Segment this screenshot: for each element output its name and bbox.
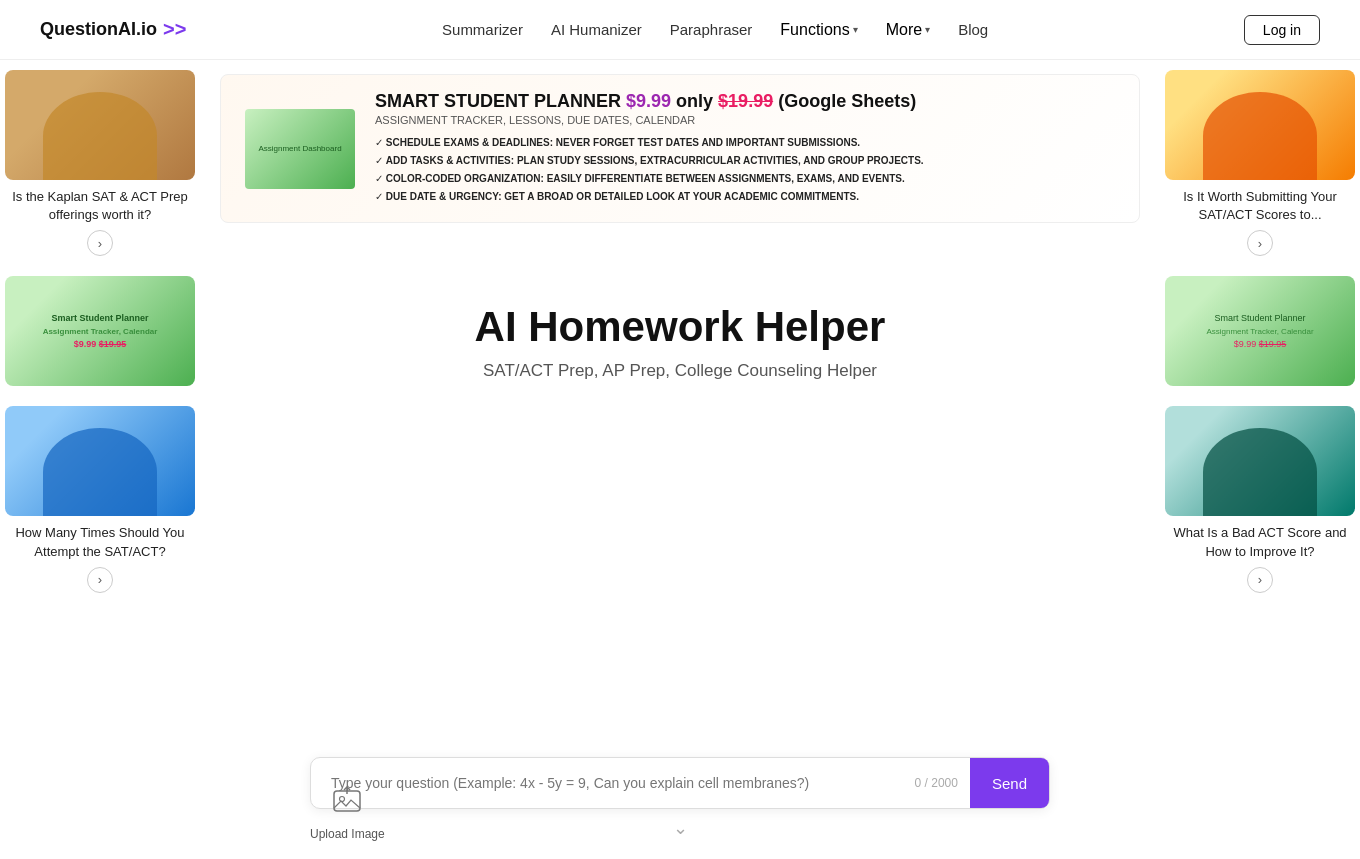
input-bar-container: Upload Image 0 / 2000 Send ⌄ — [0, 741, 1360, 859]
nav-more[interactable]: More ▾ — [886, 21, 930, 39]
main-layout: Is the Kaplan SAT & ACT Prep offerings w… — [0, 60, 1360, 859]
more-chevron-icon: ▾ — [925, 24, 930, 35]
right-card-bad-act-arrow[interactable]: › — [1165, 567, 1355, 593]
banner-only-label: only — [676, 91, 718, 111]
upload-area[interactable]: Upload Image — [310, 786, 385, 841]
person-shape4 — [1203, 428, 1317, 516]
banner-bullets: ✓ SCHEDULE EXAMS & DEADLINES: NEVER FORG… — [375, 134, 1115, 206]
right-card-planner-img: Smart Student PlannerAssignment Tracker,… — [1165, 276, 1355, 386]
person-shape — [43, 92, 157, 180]
char-count: 0 / 2000 — [915, 776, 958, 790]
arrow-circle-icon3: › — [1247, 230, 1273, 256]
left-card-how-many-title: How Many Times Should You Attempt the SA… — [5, 524, 195, 560]
logo-icon: >> — [163, 18, 186, 41]
hero-section: AI Homework Helper SAT/ACT Prep, AP Prep… — [475, 303, 886, 381]
banner-subtitle: ASSIGNMENT TRACKER, LESSONS, DUE DATES, … — [375, 114, 1115, 126]
left-card-kaplan-img — [5, 70, 195, 180]
person-shape3 — [1203, 92, 1317, 180]
left-card-kaplan-title: Is the Kaplan SAT & ACT Prep offerings w… — [5, 188, 195, 224]
arrow-circle-icon2: › — [87, 567, 113, 593]
upload-image-icon — [332, 786, 362, 823]
left-card-kaplan[interactable]: Is the Kaplan SAT & ACT Prep offerings w… — [5, 70, 195, 256]
right-card-worth-title: Is It Worth Submitting Your SAT/ACT Scor… — [1165, 188, 1355, 224]
banner-bullet-3: ✓ DUE DATE & URGENCY: GET A BROAD OR DET… — [375, 188, 1115, 206]
right-card-bad-act[interactable]: What Is a Bad ACT Score and How to Impro… — [1165, 406, 1355, 592]
right-card-worth-arrow[interactable]: › — [1165, 230, 1355, 256]
planner-img-content: Smart Student PlannerAssignment Tracker,… — [43, 312, 158, 350]
banner-price-original: $19.99 — [718, 91, 773, 111]
arrow-circle-icon4: › — [1247, 567, 1273, 593]
banner-price-highlight: $9.99 — [626, 91, 676, 111]
right-sidebar: Is It Worth Submitting Your SAT/ACT Scor… — [1160, 60, 1360, 859]
left-card-planner-img: Smart Student PlannerAssignment Tracker,… — [5, 276, 195, 386]
banner-bullet-2: ✓ COLOR-CODED ORGANIZATION: EASILY DIFFE… — [375, 170, 1115, 188]
center-content: Assignment Dashboard SMART STUDENT PLANN… — [200, 60, 1160, 859]
nav-paraphraser[interactable]: Paraphraser — [670, 21, 753, 38]
left-card-kaplan-arrow[interactable]: › — [5, 230, 195, 256]
arrow-circle-icon: › — [87, 230, 113, 256]
navbar: QuestionAI.io >> Summarizer AI Humanizer… — [0, 0, 1360, 60]
logo[interactable]: QuestionAI.io >> — [40, 18, 186, 41]
planner-right-img-content: Smart Student PlannerAssignment Tracker,… — [1206, 312, 1313, 350]
left-card-how-many-arrow[interactable]: › — [5, 567, 195, 593]
banner-google-label: (Google Sheets) — [778, 91, 916, 111]
upload-label: Upload Image — [310, 827, 385, 841]
left-sidebar: Is the Kaplan SAT & ACT Prep offerings w… — [0, 60, 200, 859]
hero-title: AI Homework Helper — [475, 303, 886, 351]
send-button[interactable]: Send — [970, 758, 1049, 808]
nav-links: Summarizer AI Humanizer Paraphraser Func… — [442, 21, 988, 39]
input-bar: 0 / 2000 Send — [310, 757, 1050, 809]
left-card-how-many-img — [5, 406, 195, 516]
right-card-planner[interactable]: Smart Student PlannerAssignment Tracker,… — [1165, 276, 1355, 386]
banner[interactable]: Assignment Dashboard SMART STUDENT PLANN… — [220, 74, 1140, 223]
left-card-planner[interactable]: Smart Student PlannerAssignment Tracker,… — [5, 276, 195, 386]
right-card-worth[interactable]: Is It Worth Submitting Your SAT/ACT Scor… — [1165, 70, 1355, 256]
question-input[interactable] — [331, 775, 903, 791]
scroll-down-icon[interactable]: ⌄ — [673, 817, 688, 839]
banner-bullet-0: ✓ SCHEDULE EXAMS & DEADLINES: NEVER FORG… — [375, 134, 1115, 152]
person-shape2 — [43, 428, 157, 516]
banner-bullet-1: ✓ ADD TASKS & ACTIVITIES: PLAN STUDY SES… — [375, 152, 1115, 170]
logo-text: QuestionAI.io — [40, 19, 157, 40]
nav-blog[interactable]: Blog — [958, 21, 988, 38]
banner-text: SMART STUDENT PLANNER $9.99 only $19.99 … — [375, 91, 1115, 206]
banner-image: Assignment Dashboard — [245, 109, 355, 189]
nav-summarizer[interactable]: Summarizer — [442, 21, 523, 38]
hero-subtitle: SAT/ACT Prep, AP Prep, College Counselin… — [475, 361, 886, 381]
svg-point-1 — [340, 797, 345, 802]
login-button[interactable]: Log in — [1244, 15, 1320, 45]
nav-functions[interactable]: Functions ▾ — [780, 21, 857, 39]
right-card-bad-act-img — [1165, 406, 1355, 516]
banner-title-text: SMART STUDENT PLANNER — [375, 91, 621, 111]
right-card-worth-img — [1165, 70, 1355, 180]
nav-ai-humanizer[interactable]: AI Humanizer — [551, 21, 642, 38]
functions-chevron-icon: ▾ — [853, 24, 858, 35]
right-card-bad-act-title: What Is a Bad ACT Score and How to Impro… — [1165, 524, 1355, 560]
left-card-how-many[interactable]: How Many Times Should You Attempt the SA… — [5, 406, 195, 592]
